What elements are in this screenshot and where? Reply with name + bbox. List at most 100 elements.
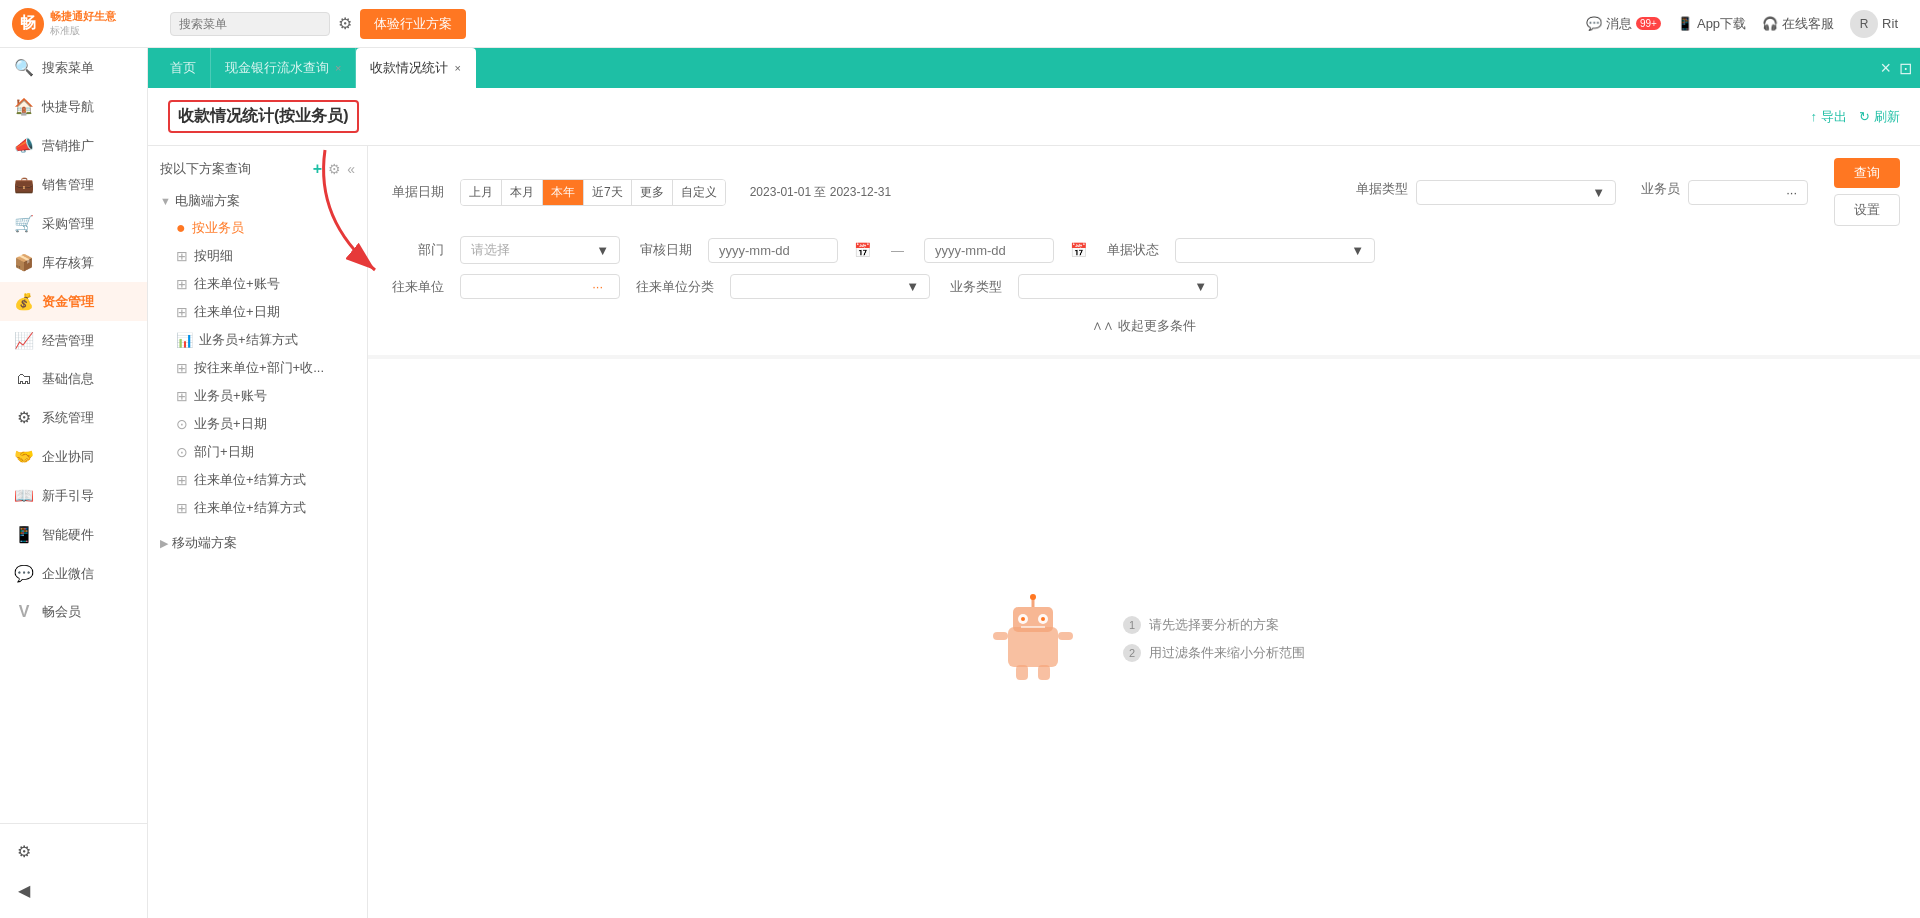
review-end-cal-icon[interactable]: 📅 [1070, 242, 1087, 258]
vip-icon: V [14, 603, 34, 621]
panel-collapse-btn[interactable]: « [347, 160, 355, 178]
scheme-settings-btn[interactable]: ⚙ [328, 160, 341, 178]
review-start-input[interactable] [708, 238, 838, 263]
scheme-item-partner-dept[interactable]: ⊞ 按往来单位+部门+收... [148, 354, 367, 382]
content-area: 首页 现金银行流水查询 × 收款情况统计 × × ⊡ 收款情况统计(按业务员) [148, 48, 1920, 918]
sidebar-label-corp-wechat: 企业微信 [42, 565, 94, 583]
refresh-btn[interactable]: ↻ 刷新 [1859, 108, 1900, 126]
scheme-item-partner-date[interactable]: ⊞ 往来单位+日期 [148, 298, 367, 326]
refresh-label: 刷新 [1874, 108, 1900, 126]
system-icon: ⚙ [14, 408, 34, 427]
scheme-item-dept-date[interactable]: ⊙ 部门+日期 [148, 438, 367, 466]
scheme-sp-account-label: 业务员+账号 [194, 387, 267, 405]
scheme-pp2-label: 往来单位+结算方式 [194, 499, 306, 517]
sidebar-item-enterprise[interactable]: 🤝 企业协同 [0, 437, 147, 476]
top-settings-btn[interactable]: ⚙ [338, 14, 352, 33]
sidebar-item-operations[interactable]: 📈 经营管理 [0, 321, 147, 360]
sidebar-item-marketing[interactable]: 📣 营销推广 [0, 126, 147, 165]
message-icon: 💬 [1586, 16, 1602, 31]
tab-bar-close-btn[interactable]: × [1880, 58, 1891, 79]
date-btn-more[interactable]: 更多 [632, 180, 673, 205]
sidebar-item-smart-hw[interactable]: 📱 智能硬件 [0, 515, 147, 554]
sidebar-item-purchase[interactable]: 🛒 采购管理 [0, 204, 147, 243]
empty-steps: 1 请先选择要分析的方案 2 用过滤条件来缩小分析范围 [1123, 616, 1305, 662]
tab-bank-flow[interactable]: 现金银行流水查询 × [211, 48, 356, 88]
scheme-salesperson-icon: ● [176, 219, 186, 237]
left-panel-header: 按以下方案查询 + ⚙ « [148, 154, 367, 184]
partner-more-btn[interactable]: ··· [586, 279, 609, 294]
scheme-item-salesperson-date[interactable]: ⊙ 业务员+日期 [148, 410, 367, 438]
sidebar-item-vip[interactable]: V 畅会员 [0, 593, 147, 631]
sidebar-bottom: ⚙ ◀ [0, 823, 147, 918]
sidebar-item-guide[interactable]: 📖 新手引导 [0, 476, 147, 515]
scheme-item-partner-payment1[interactable]: ⊞ 往来单位+结算方式 [148, 466, 367, 494]
online-service-btn[interactable]: 🎧 在线客服 [1762, 15, 1834, 33]
partner-select[interactable]: ··· [460, 274, 620, 299]
scheme-item-by-detail[interactable]: ⊞ 按明细 [148, 242, 367, 270]
step-1-label: 请先选择要分析的方案 [1149, 616, 1279, 634]
sidebar-item-inventory[interactable]: 📦 库存核算 [0, 243, 147, 282]
scheme-item-by-salesperson[interactable]: ● 按业务员 [148, 214, 367, 242]
sidebar-settings-btn[interactable]: ⚙ [0, 832, 147, 871]
svg-rect-11 [1038, 665, 1050, 680]
scheme-item-partner-account[interactable]: ⊞ 往来单位+账号 [148, 270, 367, 298]
date-btn-this-year[interactable]: 本年 [543, 180, 584, 205]
sidebar-item-quick-nav[interactable]: 🏠 快捷导航 [0, 87, 147, 126]
scheme-group-mobile-title[interactable]: ▶ 移动端方案 [148, 530, 367, 556]
sidebar-item-sales[interactable]: 💼 销售管理 [0, 165, 147, 204]
online-service-label: 在线客服 [1782, 15, 1834, 33]
sidebar-item-search[interactable]: 🔍 搜索菜单 [0, 48, 147, 87]
date-btn-custom[interactable]: 自定义 [673, 180, 725, 205]
app-download-btn[interactable]: 📱 App下载 [1677, 15, 1746, 33]
scheme-item-salesperson-account[interactable]: ⊞ 业务员+账号 [148, 382, 367, 410]
query-btn[interactable]: 查询 [1834, 158, 1900, 188]
salesperson-select[interactable]: ··· [1688, 180, 1808, 205]
tab-bar-maximize-btn[interactable]: ⊡ [1899, 59, 1912, 78]
tab-bank-flow-close[interactable]: × [335, 62, 341, 74]
sidebar-collapse-btn[interactable]: ◀ [0, 871, 147, 910]
scheme-dept-date-label: 部门+日期 [194, 443, 254, 461]
scheme-group-desktop-title[interactable]: ▼ 电脑端方案 [148, 188, 367, 214]
export-btn[interactable]: ↑ 导出 [1811, 108, 1848, 126]
scheme-salesperson-label: 按业务员 [192, 219, 244, 237]
sidebar-label-inventory: 库存核算 [42, 254, 94, 272]
collapse-label: 收起更多条件 [1118, 318, 1196, 333]
date-btn-last-month[interactable]: 上月 [461, 180, 502, 205]
set-btn[interactable]: 设置 [1834, 194, 1900, 226]
doc-type-select[interactable]: ▼ [1416, 180, 1616, 205]
partner-category-select[interactable]: ▼ [730, 274, 930, 299]
date-btn-7days[interactable]: 近7天 [584, 180, 632, 205]
top-search-input[interactable] [170, 12, 330, 36]
biz-type-select[interactable]: ▼ [1018, 274, 1218, 299]
page-header: 收款情况统计(按业务员) ↑ 导出 ↻ 刷新 [148, 88, 1920, 146]
review-end-input[interactable] [924, 238, 1054, 263]
basic-icon: 🗂 [14, 370, 34, 388]
add-scheme-btn[interactable]: + [313, 160, 322, 178]
doc-status-select[interactable]: ▼ [1175, 238, 1375, 263]
collapse-more-btn[interactable]: ∧∧ 收起更多条件 [388, 309, 1900, 343]
tab-home[interactable]: 首页 [156, 48, 211, 88]
mobile-group-arrow: ▶ [160, 537, 168, 550]
date-btn-this-month[interactable]: 本月 [502, 180, 543, 205]
sidebar-item-system[interactable]: ⚙ 系统管理 [0, 398, 147, 437]
tab-receipt-stats[interactable]: 收款情况统计 × [356, 48, 475, 88]
message-btn[interactable]: 💬 消息 99+ [1586, 15, 1661, 33]
tab-receipt-stats-close[interactable]: × [454, 62, 460, 74]
scheme-group-mobile: ▶ 移动端方案 [148, 526, 367, 560]
trial-btn[interactable]: 体验行业方案 [360, 9, 466, 39]
sidebar-item-basic[interactable]: 🗂 基础信息 [0, 360, 147, 398]
filter-row-3: 往来单位 ··· 往来单位分类 ▼ 业务类型 ▼ [388, 274, 1900, 299]
home-icon: 🏠 [14, 97, 34, 116]
user-area[interactable]: R Rit [1850, 10, 1898, 38]
sidebar-item-corp-wechat[interactable]: 💬 企业微信 [0, 554, 147, 593]
scheme-sp-payment-label: 业务员+结算方式 [199, 331, 298, 349]
dept-select[interactable]: 请选择 ▼ [460, 236, 620, 264]
scheme-item-salesperson-payment[interactable]: 📊 业务员+结算方式 [148, 326, 367, 354]
review-start-cal-icon[interactable]: 📅 [854, 242, 871, 258]
user-name: Rit [1882, 16, 1898, 31]
scheme-item-partner-payment2[interactable]: ⊞ 往来单位+结算方式 [148, 494, 367, 522]
logo-icon: 畅 [12, 8, 44, 40]
sidebar-item-finance[interactable]: 💰 资金管理 [0, 282, 147, 321]
headset-icon: 🎧 [1762, 16, 1778, 31]
page-title: 收款情况统计(按业务员) [178, 107, 349, 124]
